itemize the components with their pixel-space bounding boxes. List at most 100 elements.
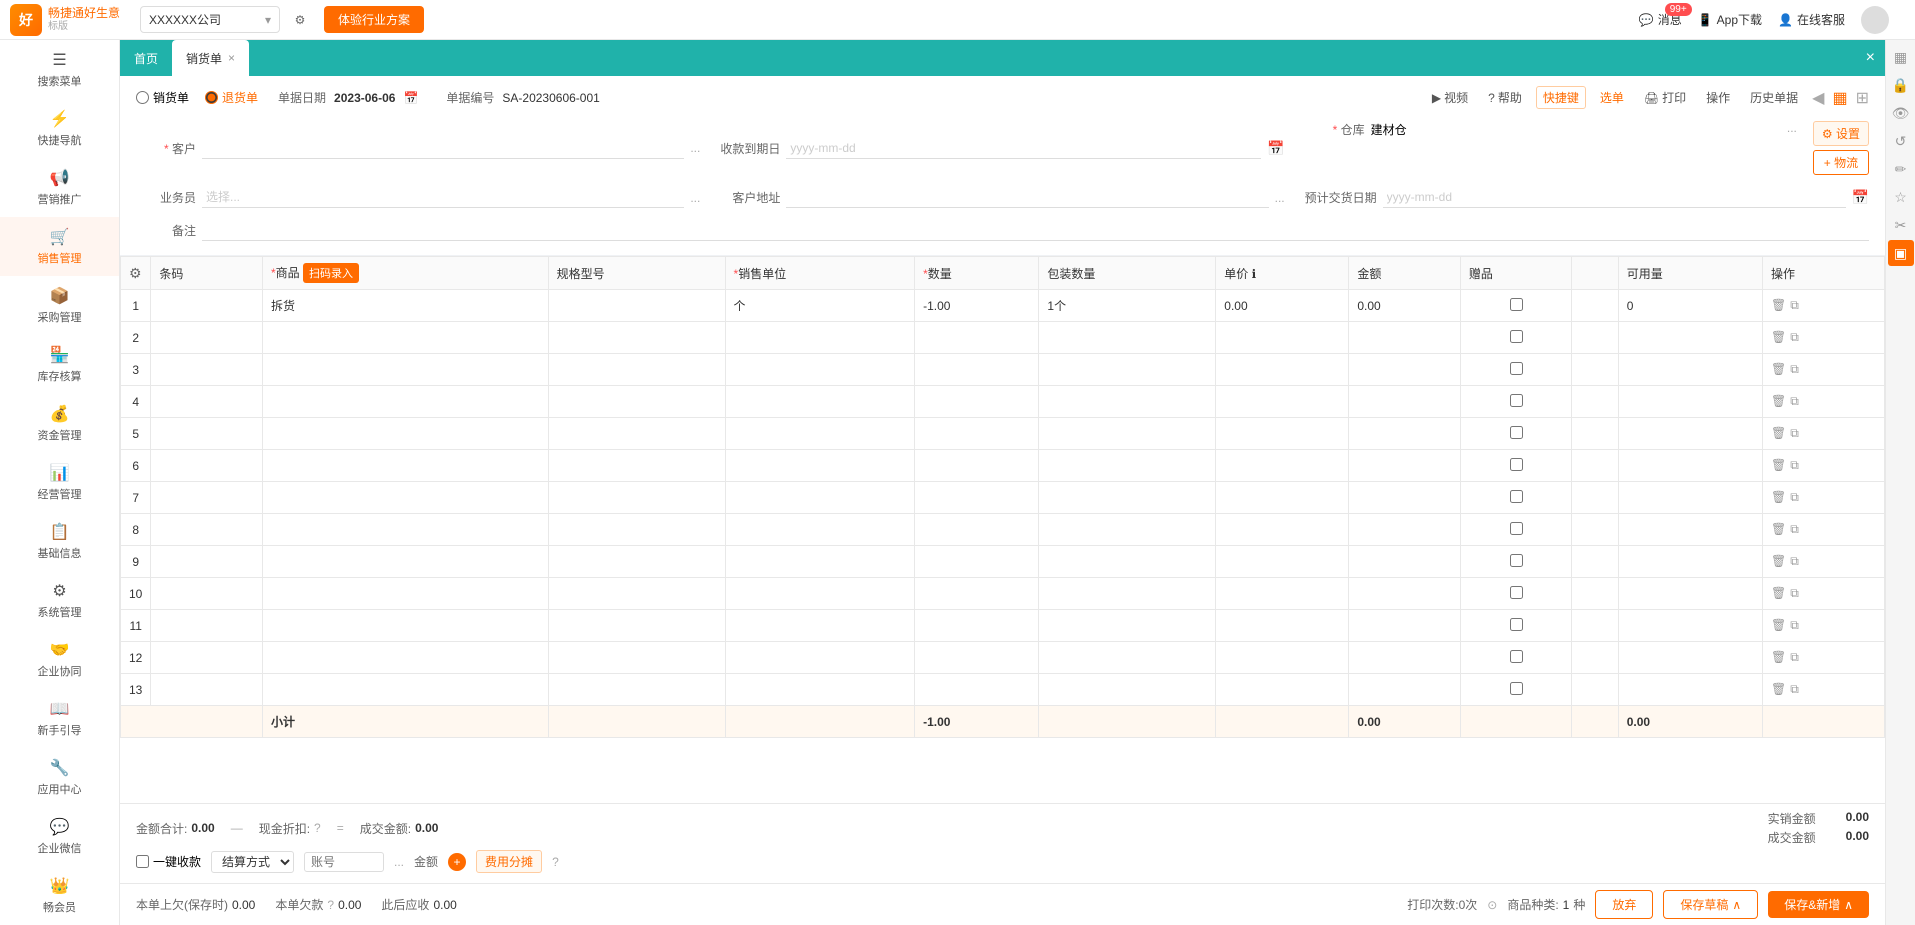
due-date-calendar-icon[interactable]: 📅	[1267, 140, 1284, 157]
sidebar-item-collab[interactable]: 🤝 企业协同	[0, 630, 119, 689]
copy-icon-10[interactable]: ⧉	[1790, 586, 1799, 601]
tab-sales-order[interactable]: 销货单 ×	[172, 40, 249, 76]
one-click-payment-checkbox[interactable]	[136, 855, 149, 868]
delete-icon-3[interactable]: 🗑	[1771, 362, 1786, 377]
scan-button[interactable]: 扫码录入	[303, 263, 359, 283]
tab-close-icon[interactable]: ×	[228, 51, 235, 65]
payment-method-select[interactable]: 结算方式	[211, 851, 294, 873]
radio-return-input[interactable]	[205, 91, 218, 104]
sidebar-item-appstore[interactable]: 🔧 应用中心	[0, 748, 119, 807]
copy-icon-13[interactable]: ⧉	[1790, 682, 1799, 697]
sidebar-item-system[interactable]: ⚙ 系统管理	[0, 571, 119, 630]
table-settings-icon[interactable]: ⚙	[129, 265, 142, 281]
rs-active-icon[interactable]: ▣	[1888, 240, 1914, 266]
sidebar-item-guide[interactable]: 📖 新手引导	[0, 689, 119, 748]
customer-dots[interactable]: ...	[690, 141, 700, 155]
copy-icon-9[interactable]: ⧉	[1790, 554, 1799, 569]
settings-button[interactable]: ⚙ 设置	[1813, 121, 1869, 146]
copy-icon-8[interactable]: ⧉	[1790, 522, 1799, 537]
grid-view-icon[interactable]: ⊞	[1856, 88, 1869, 108]
rs-table-icon[interactable]: ▦	[1888, 44, 1914, 70]
gift-checkbox-9[interactable]	[1510, 554, 1523, 567]
delete-icon-8[interactable]: 🗑	[1771, 522, 1786, 537]
video-button[interactable]: ▶ 视频	[1426, 87, 1474, 108]
product-type-icon[interactable]: ⊙	[1487, 898, 1497, 912]
gift-checkbox-1[interactable]	[1510, 298, 1523, 311]
payment-help-icon[interactable]: ?	[552, 855, 559, 869]
salesperson-dots[interactable]: ...	[690, 191, 700, 205]
rs-eye-icon[interactable]: 👁	[1888, 100, 1914, 126]
customer-address-input[interactable]	[786, 187, 1268, 208]
operation-button[interactable]: 操作	[1700, 87, 1736, 108]
copy-icon-1[interactable]: ⧉	[1790, 298, 1799, 313]
radio-return-label[interactable]: 退货单	[205, 89, 258, 106]
overdue-help-icon[interactable]: ?	[327, 898, 334, 912]
delete-icon-2[interactable]: 🗑	[1771, 330, 1786, 345]
gift-checkbox-4[interactable]	[1510, 394, 1523, 407]
gift-checkbox-5[interactable]	[1510, 426, 1523, 439]
copy-icon-6[interactable]: ⧉	[1790, 458, 1799, 473]
rs-refresh-icon[interactable]: ↺	[1888, 128, 1914, 154]
sidebar-item-marketing[interactable]: 📢 营销推广	[0, 158, 119, 217]
cell-pkg-qty-1[interactable]: 1个	[1039, 290, 1216, 322]
sidebar-item-sales[interactable]: 🛒 销售管理	[0, 217, 119, 276]
cell-amount-1[interactable]: 0.00	[1349, 290, 1461, 322]
sidebar-item-member[interactable]: 👑 畅会员	[0, 866, 119, 925]
delete-icon-4[interactable]: 🗑	[1771, 394, 1786, 409]
expected-delivery-input[interactable]	[1383, 187, 1846, 208]
rs-star-icon[interactable]: ☆	[1888, 184, 1914, 210]
cell-unit-1[interactable]: 个	[725, 290, 915, 322]
cell-gift-1[interactable]	[1460, 290, 1572, 322]
sidebar-item-search[interactable]: ☰ 搜索菜单	[0, 40, 119, 99]
payment-account-input[interactable]	[304, 852, 384, 872]
trial-button[interactable]: 体验行业方案	[324, 6, 424, 33]
sidebar-item-finance[interactable]: 💰 资金管理	[0, 394, 119, 453]
copy-icon-2[interactable]: ⧉	[1790, 330, 1799, 345]
expense-split-button[interactable]: 费用分摊	[476, 850, 542, 873]
shortcut-button[interactable]: 快捷键	[1536, 86, 1586, 109]
calendar-icon[interactable]: 📅	[403, 91, 418, 105]
online-service-button[interactable]: 👤 在线客服	[1778, 11, 1845, 28]
copy-icon-4[interactable]: ⧉	[1790, 394, 1799, 409]
radio-sales-label[interactable]: 销货单	[136, 89, 189, 106]
expected-delivery-calendar-icon[interactable]: 📅	[1852, 189, 1869, 206]
cell-qty-1[interactable]: -1.00	[915, 290, 1039, 322]
delete-icon-6[interactable]: 🗑	[1771, 458, 1786, 473]
discount-help-icon[interactable]: ?	[314, 821, 321, 835]
delete-icon-5[interactable]: 🗑	[1771, 426, 1786, 441]
tab-home[interactable]: 首页	[120, 40, 172, 76]
avatar[interactable]	[1861, 6, 1889, 34]
delete-icon-12[interactable]: 🗑	[1771, 650, 1786, 665]
company-selector[interactable]: XXXXXX公司 ▾	[140, 6, 280, 33]
rs-cut-icon[interactable]: ✂	[1888, 212, 1914, 238]
rs-edit-icon[interactable]: ✏	[1888, 156, 1914, 182]
gift-checkbox-3[interactable]	[1510, 362, 1523, 375]
add-payment-button[interactable]: +	[448, 853, 466, 871]
payment-account-dots[interactable]: ...	[394, 855, 404, 869]
gift-checkbox-11[interactable]	[1510, 618, 1523, 631]
cell-spec-1[interactable]	[548, 290, 725, 322]
gift-checkbox-6[interactable]	[1510, 458, 1523, 471]
cell-product-1[interactable]: 拆货	[262, 290, 548, 322]
sidebar-item-purchase[interactable]: 📦 采购管理	[0, 276, 119, 335]
gift-checkbox-7[interactable]	[1510, 490, 1523, 503]
save-new-button[interactable]: 保存&新增 ∧	[1768, 891, 1869, 918]
gift-checkbox-12[interactable]	[1510, 650, 1523, 663]
radio-sales-input[interactable]	[136, 91, 149, 104]
save-draft-button[interactable]: 保存草稿 ∧	[1663, 890, 1758, 919]
due-date-input[interactable]	[786, 138, 1261, 159]
gift-checkbox-13[interactable]	[1510, 682, 1523, 695]
sidebar-item-quicknav[interactable]: ⚡ 快捷导航	[0, 99, 119, 158]
delete-icon-7[interactable]: 🗑	[1771, 490, 1786, 505]
copy-icon-7[interactable]: ⧉	[1790, 490, 1799, 505]
sidebar-item-wechat[interactable]: 💬 企业微信	[0, 807, 119, 866]
copy-icon-11[interactable]: ⧉	[1790, 618, 1799, 633]
cell-barcode-1[interactable]	[151, 290, 263, 322]
table-view-icon[interactable]: ▦	[1832, 88, 1847, 108]
delete-icon-13[interactable]: 🗑	[1771, 682, 1786, 697]
salesperson-input[interactable]	[202, 187, 684, 208]
sidebar-item-management[interactable]: 📊 经营管理	[0, 453, 119, 512]
delete-icon-9[interactable]: 🗑	[1771, 554, 1786, 569]
customer-input[interactable]	[202, 138, 684, 159]
tab-expand-icon[interactable]: ×	[1866, 49, 1875, 67]
